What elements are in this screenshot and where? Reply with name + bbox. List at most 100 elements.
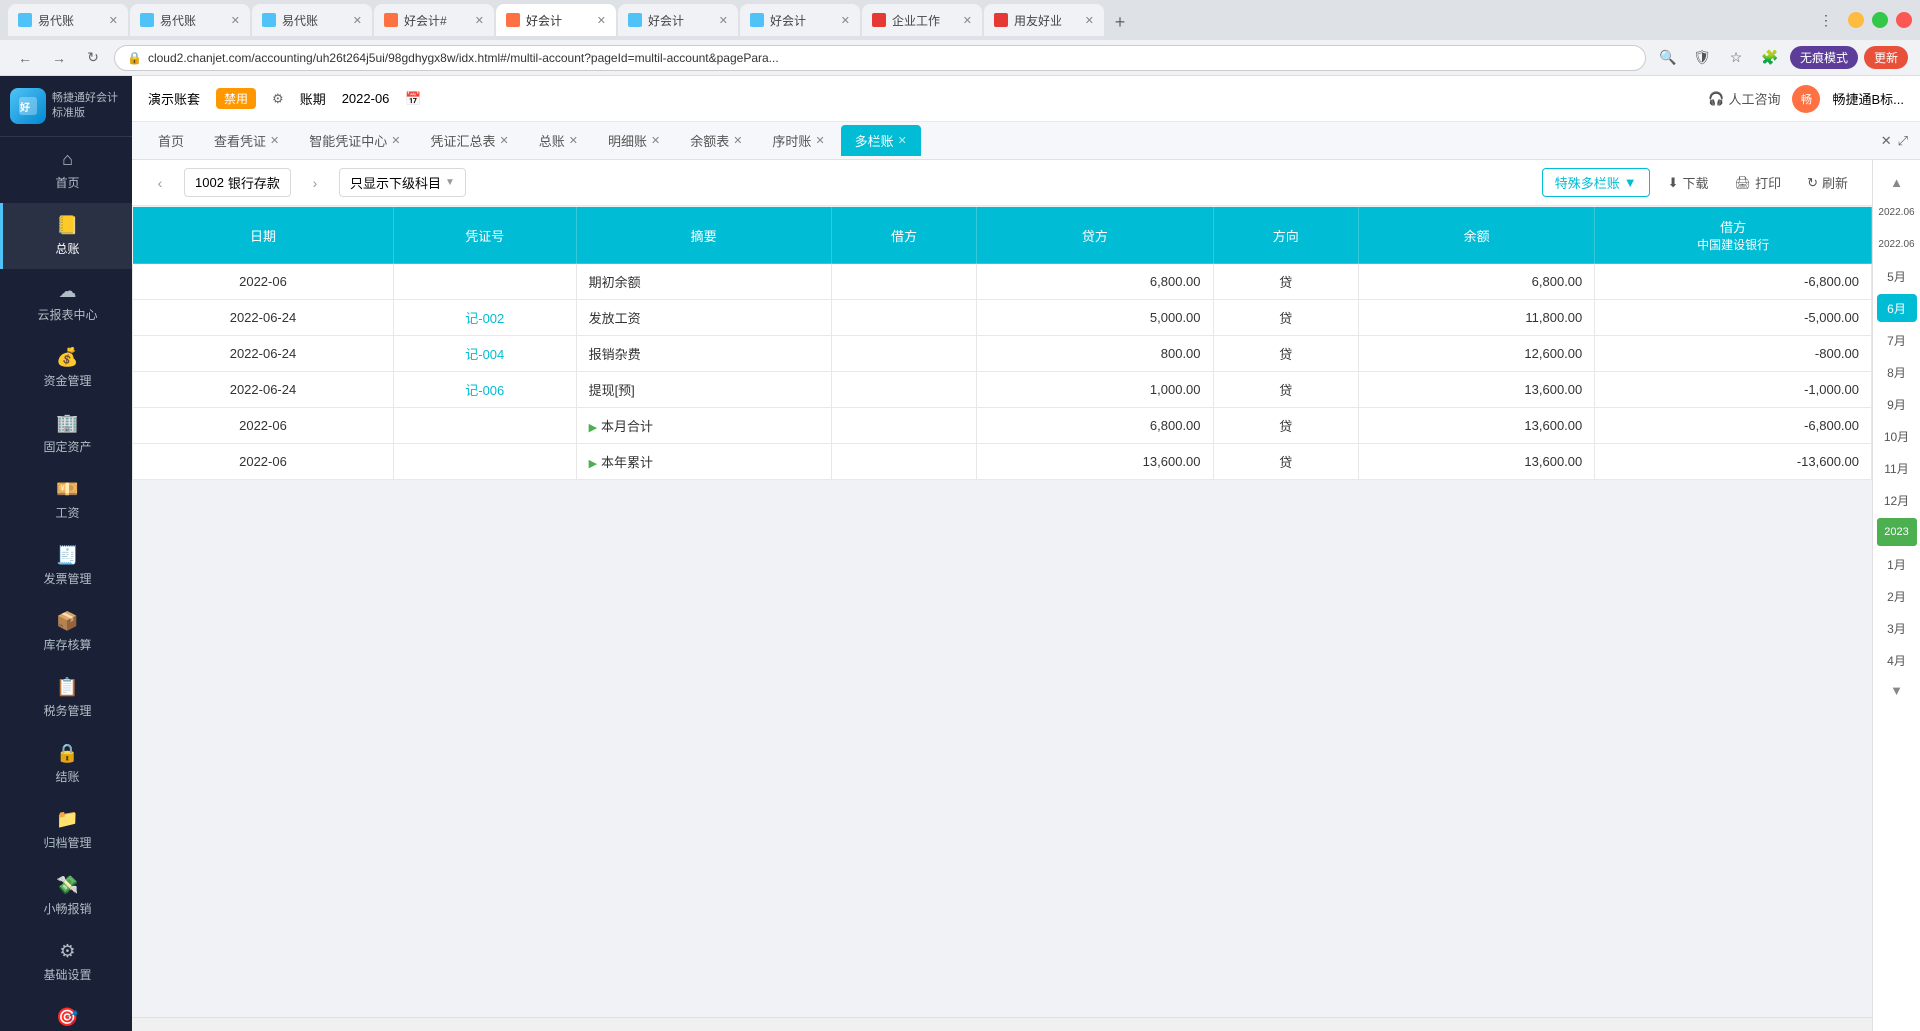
subcategory-filter-button[interactable]: 只显示下级科目 ▼ — [339, 168, 466, 197]
tab-sequence[interactable]: 序时账 ✕ — [758, 125, 838, 156]
calendar-icon[interactable]: 📅 — [405, 91, 421, 107]
special-multi-button[interactable]: 特殊多栏账 ▼ — [1542, 168, 1650, 197]
tab-voucher-summary-close[interactable]: ✕ — [500, 134, 509, 147]
date-month-2023-3[interactable]: 3月 — [1877, 614, 1917, 642]
date-month-6[interactable]: 6月 — [1877, 294, 1917, 322]
sidebar-item-invoice[interactable]: 🧾 发票管理 — [0, 533, 132, 599]
new-tab-button[interactable]: + — [1106, 8, 1134, 36]
browser-tab-7[interactable]: 好会计 ✕ — [740, 4, 860, 36]
sidebar-item-home[interactable]: ⌂ 首页 — [0, 137, 132, 203]
user-avatar[interactable]: 畅 — [1792, 85, 1820, 113]
browser-tab-1[interactable]: 易代账 ✕ — [8, 4, 128, 36]
tab-close-5[interactable]: ✕ — [597, 14, 606, 27]
sidebar-item-close[interactable]: 🔒 结账 — [0, 731, 132, 797]
tab-multi-col[interactable]: 多栏账 ✕ — [841, 125, 921, 156]
next-subject-button[interactable]: › — [303, 171, 327, 195]
sidebar-item-fund[interactable]: 💰 资金管理 — [0, 335, 132, 401]
collapse-panel-icon[interactable]: ✕ — [1881, 133, 1892, 149]
tab-sequence-close[interactable]: ✕ — [815, 134, 824, 147]
tab-close-4[interactable]: ✕ — [475, 14, 484, 27]
date-month-11[interactable]: 11月 — [1877, 454, 1917, 482]
close-button[interactable] — [1896, 12, 1912, 28]
tab-balance-close[interactable]: ✕ — [733, 134, 742, 147]
sidebar-item-expense[interactable]: 💸 小畅报销 — [0, 863, 132, 929]
tab-close-1[interactable]: ✕ — [109, 14, 118, 27]
tab-voucher-close[interactable]: ✕ — [270, 134, 279, 147]
tab-multi-col-close[interactable]: ✕ — [898, 134, 907, 147]
bookmark-button[interactable]: ☆ — [1722, 44, 1750, 72]
maximize-button[interactable] — [1872, 12, 1888, 28]
tab-close-6[interactable]: ✕ — [719, 14, 728, 27]
refresh-browser-button[interactable]: ↻ — [80, 45, 106, 71]
sidebar-item-guide[interactable]: 🎯 新手引导 — [0, 995, 132, 1031]
tab-home[interactable]: 首页 — [144, 125, 198, 156]
download-button[interactable]: ⬇ 下载 — [1660, 169, 1717, 196]
support-button[interactable]: 🎧 人工咨询 — [1708, 89, 1780, 108]
cell-voucher-2[interactable]: 记-004 — [393, 336, 576, 372]
sidebar-item-inventory[interactable]: 📦 库存核算 — [0, 599, 132, 665]
subject-selector[interactable]: 1002 银行存款 — [184, 168, 291, 197]
tab-voucher[interactable]: 查看凭证 ✕ — [200, 125, 293, 156]
sidebar-item-ledger[interactable]: 📒 总账 — [0, 203, 132, 269]
tab-detail-ledger[interactable]: 明细账 ✕ — [594, 125, 674, 156]
prev-subject-button[interactable]: ‹ — [148, 171, 172, 195]
sidebar-item-tax[interactable]: 📋 税务管理 — [0, 665, 132, 731]
browser-tab-6[interactable]: 好会计 ✕ — [618, 4, 738, 36]
browser-tab-9[interactable]: 用友好业 ✕ — [984, 4, 1104, 36]
tab-expand-button[interactable]: ✕ ⤢ — [1881, 133, 1908, 149]
url-input[interactable]: 🔒 cloud2.chanjet.com/accounting/uh26t264… — [114, 45, 1646, 71]
table-scrollbar[interactable] — [132, 1017, 1872, 1031]
tab-close-2[interactable]: ✕ — [231, 14, 240, 27]
search-button[interactable]: 🔍 — [1654, 44, 1682, 72]
sidebar-item-settings[interactable]: ⚙ 基础设置 — [0, 929, 132, 995]
date-year-2023[interactable]: 2023 — [1877, 518, 1917, 546]
sidebar-item-archive[interactable]: 📁 归档管理 — [0, 797, 132, 863]
tab-close-7[interactable]: ✕ — [841, 14, 850, 27]
date-month-5[interactable]: 5月 — [1877, 262, 1917, 290]
tab-close-8[interactable]: ✕ — [963, 14, 972, 27]
refresh-button[interactable]: ↻ 刷新 — [1799, 169, 1856, 196]
date-nav-down[interactable]: ▼ — [1883, 676, 1911, 704]
no-trace-button[interactable]: 无痕模式 — [1790, 46, 1858, 69]
date-month-2023-4[interactable]: 4月 — [1877, 646, 1917, 674]
tab-general-ledger-close[interactable]: ✕ — [569, 134, 578, 147]
browser-tab-2[interactable]: 易代账 ✕ — [130, 4, 250, 36]
browser-tab-4[interactable]: 好会计# ✕ — [374, 4, 494, 36]
print-button[interactable]: 🖨 打印 — [1727, 169, 1790, 196]
forward-button[interactable]: → — [46, 45, 72, 71]
sidebar-item-assets[interactable]: 🏢 固定资产 — [0, 401, 132, 467]
date-month-8[interactable]: 8月 — [1877, 358, 1917, 386]
account-badge[interactable]: 禁用 — [216, 88, 256, 109]
tab-smart-voucher-close[interactable]: ✕ — [391, 134, 400, 147]
browser-tab-5[interactable]: 好会计 ✕ — [496, 4, 616, 36]
browser-tab-3[interactable]: 易代账 ✕ — [252, 4, 372, 36]
cell-voucher-1[interactable]: 记-002 — [393, 300, 576, 336]
browser-tab-8[interactable]: 企业工作 ✕ — [862, 4, 982, 36]
sidebar-item-salary[interactable]: 💴 工资 — [0, 467, 132, 533]
update-button[interactable]: 更新 — [1864, 46, 1908, 69]
tab-voucher-summary[interactable]: 凭证汇总表 ✕ — [416, 125, 522, 156]
tab-general-ledger[interactable]: 总账 ✕ — [525, 125, 592, 156]
date-month-10[interactable]: 10月 — [1877, 422, 1917, 450]
date-nav-up[interactable]: ▲ — [1883, 168, 1911, 196]
tab-close-9[interactable]: ✕ — [1085, 14, 1094, 27]
date-month-12[interactable]: 12月 — [1877, 486, 1917, 514]
tab-close-3[interactable]: ✕ — [353, 14, 362, 27]
date-month-7[interactable]: 7月 — [1877, 326, 1917, 354]
back-button[interactable]: ← — [12, 45, 38, 71]
date-month-2023-2[interactable]: 2月 — [1877, 582, 1917, 610]
cell-voucher-3[interactable]: 记-006 — [393, 372, 576, 408]
sidebar-item-report[interactable]: ☁ 云报表中心 — [0, 269, 132, 335]
shield-button[interactable]: 🛡 — [1688, 44, 1716, 72]
date-month-2023-1[interactable]: 1月 — [1877, 550, 1917, 578]
date-month-9[interactable]: 9月 — [1877, 390, 1917, 418]
tab-balance[interactable]: 余额表 ✕ — [676, 125, 756, 156]
tab-detail-ledger-close[interactable]: ✕ — [651, 134, 660, 147]
date-item-top-1[interactable]: 2022.06 — [1877, 198, 1917, 226]
minimize-button[interactable] — [1848, 12, 1864, 28]
settings-gear-icon[interactable]: ⚙ — [272, 91, 284, 107]
extension-button[interactable]: 🧩 — [1756, 44, 1784, 72]
expand-panel-icon[interactable]: ⤢ — [1898, 133, 1908, 149]
tab-smart-voucher[interactable]: 智能凭证中心 ✕ — [295, 125, 414, 156]
tab-list-button[interactable]: ⋮ — [1812, 6, 1840, 34]
